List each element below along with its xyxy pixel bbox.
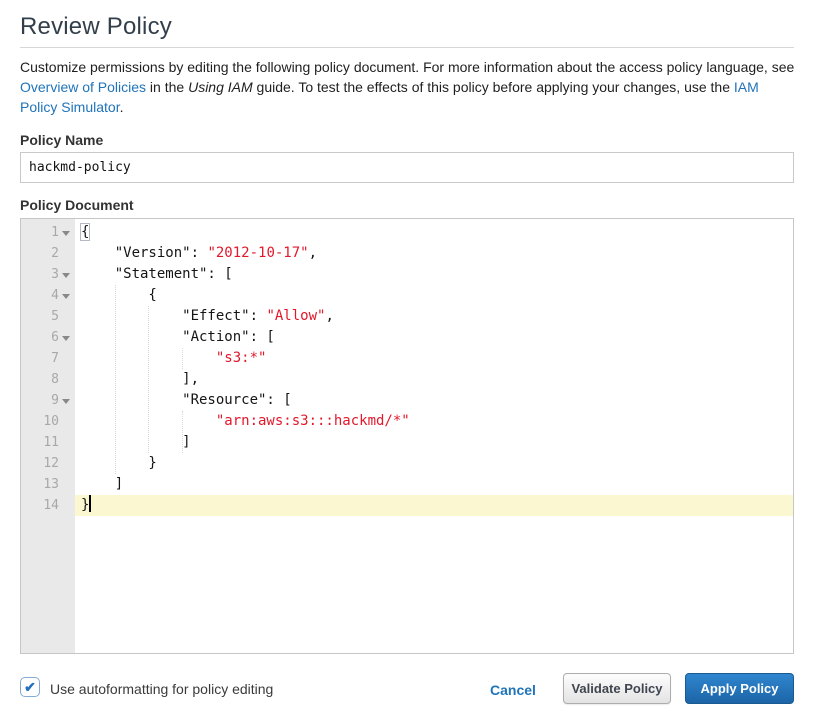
line-number: 4: [29, 288, 59, 303]
gutter-line: 14: [21, 495, 75, 516]
page-title: Review Policy: [20, 13, 172, 41]
code-text: [81, 413, 216, 429]
line-number: 3: [29, 267, 59, 282]
line-number: 7: [29, 351, 59, 366]
fold-spacer: [60, 437, 72, 449]
validate-policy-button[interactable]: Validate Policy: [563, 673, 671, 704]
autoformat-label: Use autoformatting for policy editing: [50, 681, 273, 697]
code-text: ],: [81, 371, 199, 387]
intro-segment: guide. To test the effects of this polic…: [253, 79, 734, 95]
line-number: 1: [29, 225, 59, 240]
line-number: 2: [29, 246, 59, 261]
code-text: "Resource": [: [81, 392, 292, 408]
code-line-5[interactable]: "Effect": "Allow",: [75, 306, 793, 327]
intro-segment: in the: [146, 79, 188, 95]
fold-spacer: [60, 353, 72, 365]
italic-text: Using IAM: [188, 79, 253, 95]
code-line-13[interactable]: ]: [75, 474, 793, 495]
code-line-3[interactable]: "Statement": [: [75, 264, 793, 285]
gutter-line: 2: [21, 243, 75, 264]
fold-toggle-icon[interactable]: [60, 395, 72, 407]
gutter-line: 12: [21, 453, 75, 474]
code-text: ]: [81, 434, 191, 450]
code-text: "Action": [: [81, 329, 275, 345]
fold-spacer: [60, 479, 72, 491]
code-text: ,: [309, 245, 317, 261]
code-line-7[interactable]: "s3:*": [75, 348, 793, 369]
code-line-6[interactable]: "Action": [: [75, 327, 793, 348]
code-line-9[interactable]: "Resource": [: [75, 390, 793, 411]
title-divider: [20, 47, 794, 48]
fold-spacer: [60, 500, 72, 512]
code-text: ,: [325, 308, 333, 324]
line-number: 6: [29, 330, 59, 345]
code-text: }: [81, 455, 157, 471]
code-text: "Statement": [: [81, 266, 233, 282]
intro-text: Customize permissions by editing the fol…: [20, 57, 798, 117]
gutter-line: 13: [21, 474, 75, 495]
code-text: {: [81, 224, 89, 240]
editor-gutter: 1234567891011121314: [21, 219, 75, 653]
fold-spacer: [60, 311, 72, 323]
line-number: 12: [29, 456, 59, 471]
code-line-2[interactable]: "Version": "2012-10-17",: [75, 243, 793, 264]
line-number: 5: [29, 309, 59, 324]
gutter-line: 7: [21, 348, 75, 369]
intro-segment: .: [120, 99, 124, 115]
code-string-value: "arn:aws:s3:::hackmd/*": [216, 413, 410, 429]
fold-spacer: [60, 416, 72, 428]
gutter-line: 9: [21, 390, 75, 411]
code-line-4[interactable]: {: [75, 285, 793, 306]
policy-document-label: Policy Document: [20, 197, 134, 213]
gutter-line: 3: [21, 264, 75, 285]
code-line-1[interactable]: {: [75, 222, 793, 243]
text-cursor: [89, 495, 91, 512]
checkmark-icon: ✔: [21, 678, 39, 696]
policy-name-input[interactable]: [20, 152, 794, 183]
code-line-14[interactable]: }: [75, 495, 793, 516]
gutter-line: 8: [21, 369, 75, 390]
code-line-11[interactable]: ]: [75, 432, 793, 453]
autoformat-checkbox[interactable]: ✔: [20, 677, 40, 697]
code-line-10[interactable]: "arn:aws:s3:::hackmd/*": [75, 411, 793, 432]
editor-code-area[interactable]: { "Version": "2012-10-17", "Statement": …: [75, 219, 793, 653]
line-number: 14: [29, 498, 59, 513]
code-text: [81, 350, 216, 366]
code-text: "Version":: [81, 245, 207, 261]
intro-segment: Customize permissions by editing the fol…: [20, 59, 794, 75]
gutter-line: 1: [21, 222, 75, 243]
cancel-link[interactable]: Cancel: [490, 682, 536, 698]
code-string-value: "Allow": [266, 308, 325, 324]
apply-policy-button[interactable]: Apply Policy: [685, 673, 794, 704]
fold-spacer: [60, 374, 72, 386]
code-text: {: [81, 287, 157, 303]
line-number: 13: [29, 477, 59, 492]
gutter-line: 5: [21, 306, 75, 327]
policy-name-label: Policy Name: [20, 132, 103, 148]
gutter-line: 11: [21, 432, 75, 453]
code-text: ]: [81, 476, 123, 492]
fold-spacer: [60, 458, 72, 470]
fold-toggle-icon[interactable]: [60, 290, 72, 302]
line-number: 9: [29, 393, 59, 408]
code-line-12[interactable]: }: [75, 453, 793, 474]
fold-toggle-icon[interactable]: [60, 332, 72, 344]
code-line-8[interactable]: ],: [75, 369, 793, 390]
code-text: "Effect":: [81, 308, 266, 324]
policy-document-editor[interactable]: 1234567891011121314 { "Version": "2012-1…: [20, 218, 794, 654]
fold-spacer: [60, 248, 72, 260]
line-number: 8: [29, 372, 59, 387]
code-string-value: "s3:*": [216, 350, 267, 366]
code-string-value: "2012-10-17": [207, 245, 308, 261]
gutter-line: 4: [21, 285, 75, 306]
code-text: }: [81, 497, 89, 513]
fold-toggle-icon[interactable]: [60, 269, 72, 281]
line-number: 10: [29, 414, 59, 429]
fold-toggle-icon[interactable]: [60, 227, 72, 239]
gutter-line: 10: [21, 411, 75, 432]
gutter-line: 6: [21, 327, 75, 348]
inline-link[interactable]: Overview of Policies: [20, 79, 146, 95]
line-number: 11: [29, 435, 59, 450]
